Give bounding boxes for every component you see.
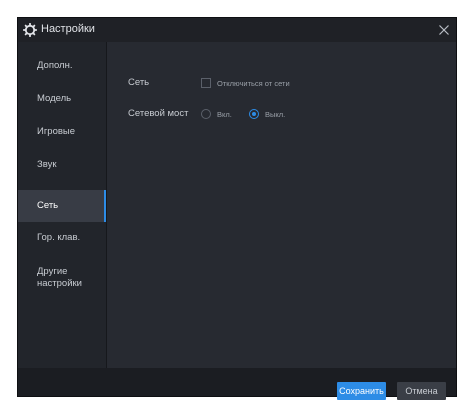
network-section-label: Сеть [128,77,150,88]
sidebar-item-label: Звук [37,159,57,170]
sidebar-item-label: Модель [37,93,72,104]
sidebar-item-hotkeys[interactable]: Гор. клав. [18,228,106,248]
sidebar-item-label: Игровые [37,126,76,137]
sidebar-item-advanced[interactable]: Дополн. [18,56,106,76]
save-button[interactable]: Сохранить [337,382,386,400]
bridge-label: Сетевой мост [128,108,189,119]
sidebar-item-games[interactable]: Игровые [18,122,106,142]
bridge-off-radio[interactable] [249,109,259,119]
gear-icon [22,22,38,38]
window-title: Настройки [41,23,95,35]
sidebar-item-label: Гор. клав. [37,232,81,243]
close-icon[interactable] [436,22,452,38]
sidebar-item-sound[interactable]: Звук [18,155,106,175]
settings-window: Настройки Дополн. Модель Игровые Звук Се… [18,18,456,400]
sidebar-item-label: Сеть [37,200,59,211]
sidebar-item-model[interactable]: Модель [18,89,106,109]
bridge-off-label: Выкл. [265,110,286,119]
sidebar-item-label: Другие настройки [37,266,82,289]
disconnect-checkbox[interactable] [201,78,211,88]
title-bar: Настройки [18,18,456,42]
sidebar-nav: Дополн. Модель Игровые Звук Сеть Гор. кл… [18,42,107,368]
dialog-footer: Сохранить Отмена [18,368,456,400]
sidebar-item-label: Дополн. [37,60,73,71]
bridge-on-radio[interactable] [201,109,211,119]
sidebar-item-network[interactable]: Сеть [18,190,106,222]
sidebar-item-other-settings[interactable]: Другие настройки [18,264,106,292]
network-settings-panel: Сеть Отключиться от сети Сетевой мост Вк… [107,42,456,368]
disconnect-label: Отключиться от сети [217,79,290,88]
bridge-on-label: Вкл. [217,110,232,119]
cancel-button[interactable]: Отмена [397,382,446,400]
